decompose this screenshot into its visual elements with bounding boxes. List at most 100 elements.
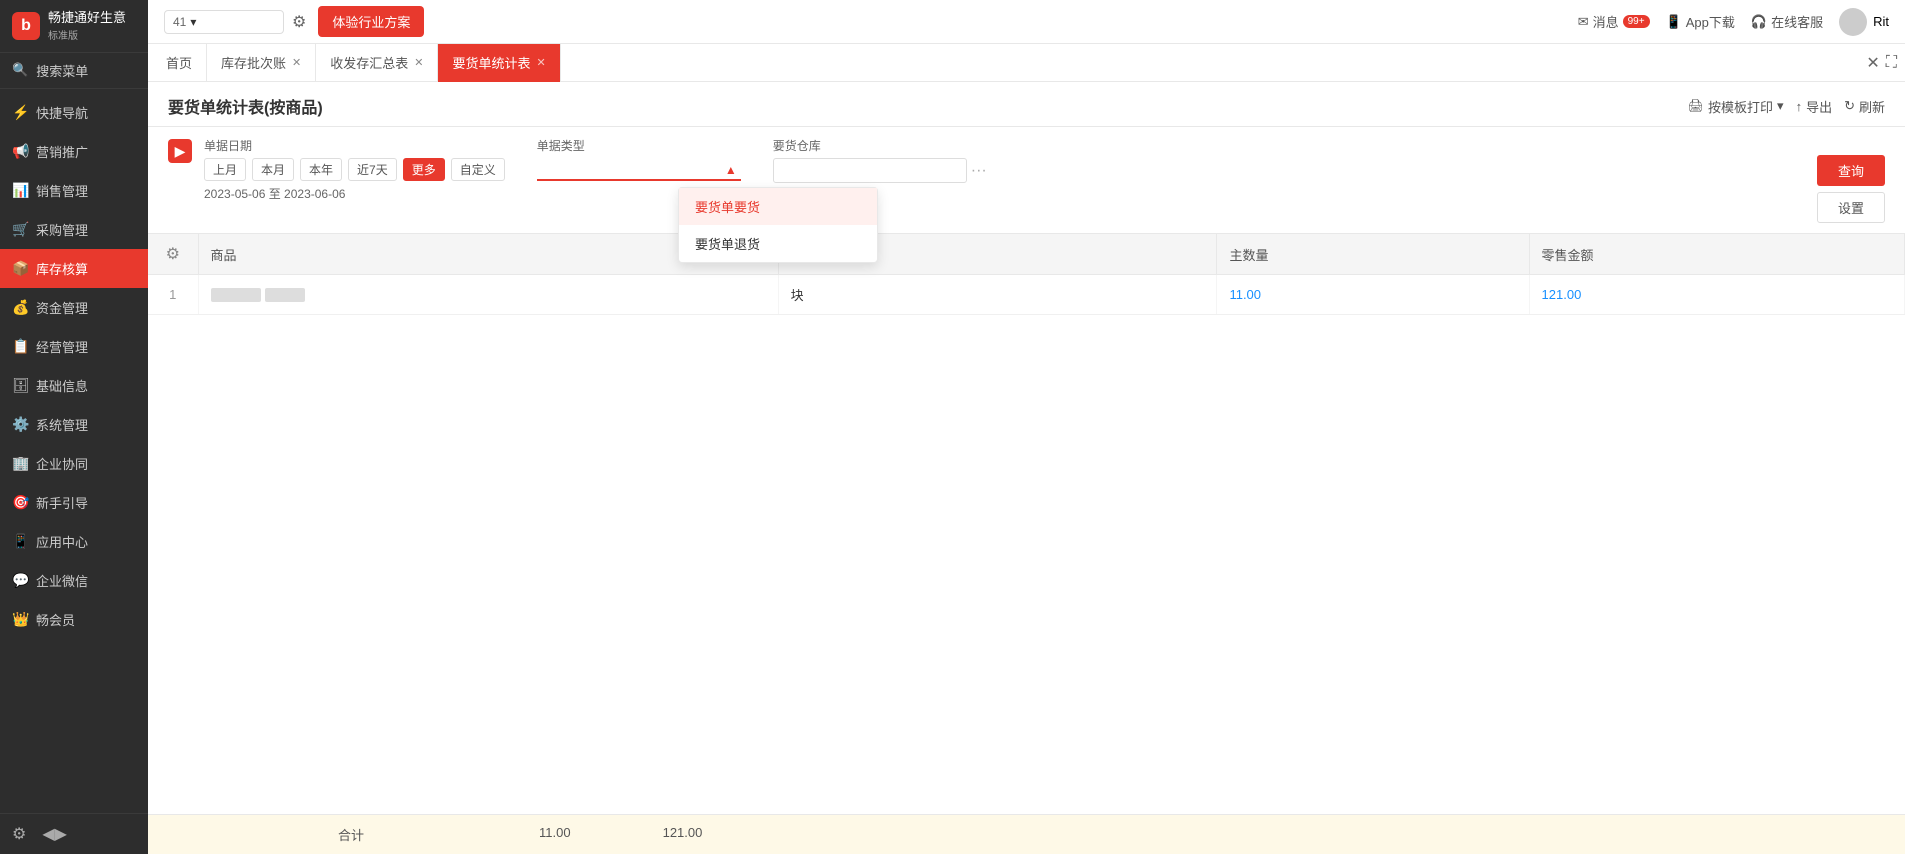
type-dropdown: 要货单要货要货单退货 xyxy=(678,187,878,263)
export-icon: ↑ xyxy=(1796,99,1803,114)
tab-label-request-summary: 要货单统计表 xyxy=(452,53,530,72)
cell-unit: 块 xyxy=(778,275,1217,315)
tab-home[interactable]: 首页 xyxy=(152,44,207,82)
dropdown-item-request-goods[interactable]: 要货单要货 xyxy=(679,188,877,225)
sidebar-item-enterprise[interactable]: 🏢 企业协同 xyxy=(0,444,148,483)
collapse-icon[interactable]: ◀▶ xyxy=(42,824,67,844)
sidebar-icon-member: 👑 xyxy=(12,611,28,628)
date-filter-group: 单据日期 上月本月本年近7天更多自定义 2023-05-06 至 2023-06… xyxy=(204,137,505,202)
table-header-row: ⚙ 商品 主计量单位 主数量 零售金额 xyxy=(148,234,1905,275)
sidebar-search[interactable]: 🔍 搜索菜单 xyxy=(0,53,148,89)
phone-icon: 📱 xyxy=(1666,14,1682,30)
print-label: 按模板打印 xyxy=(1708,97,1773,116)
tab-receive-summary[interactable]: 收发存汇总表✕ xyxy=(316,44,438,82)
date-option-more[interactable]: 更多 xyxy=(403,158,445,181)
type-select-input[interactable] xyxy=(537,158,741,181)
dropdown-item-request-return[interactable]: 要货单退货 xyxy=(679,225,877,262)
sidebar-nav: ⚡快捷导航📢营销推广📊销售管理🛒采购管理📦库存核算💰资金管理 📋 经营管理 🗄基础信息… xyxy=(0,89,148,813)
column-settings-icon[interactable]: ⚙ xyxy=(166,246,180,263)
type-filter-group: 单据类型 ▲ xyxy=(537,137,741,181)
tab-inventory-batch[interactable]: 库存批次账✕ xyxy=(207,44,316,82)
sidebar-label-system: 系统管理 xyxy=(36,415,88,434)
close-tab-icon[interactable]: ✕ xyxy=(1866,53,1879,73)
online-service-label: 在线客服 xyxy=(1771,12,1823,31)
tab-close-inventory-batch[interactable]: ✕ xyxy=(292,56,301,69)
sidebar-label-purchase: 采购管理 xyxy=(36,220,88,239)
sidebar-item-system[interactable]: ⚙️ 系统管理 xyxy=(0,405,148,444)
sidebar-label-inventory: 库存核算 xyxy=(36,259,88,278)
tab-close-request-summary[interactable]: ✕ xyxy=(537,56,546,69)
date-option-2[interactable]: 本年 xyxy=(300,158,342,181)
topbar-right: ✉ 消息 99+ 📱 App下载 🎧 在线客服 Rit xyxy=(1578,8,1889,36)
warehouse-more-icon[interactable]: ··· xyxy=(971,162,987,180)
filter-toggle-btn[interactable]: ▶ xyxy=(168,139,192,163)
sidebar-icon-operations: 📋 xyxy=(12,338,28,355)
company-num: 41 xyxy=(173,15,186,29)
user-menu[interactable]: Rit xyxy=(1839,8,1889,36)
sidebar-item-quick-nav[interactable]: ⚡快捷导航 xyxy=(0,93,148,132)
message-icon: ✉ xyxy=(1578,14,1589,30)
sidebar-label-appstore: 应用中心 xyxy=(36,532,88,551)
sidebar-item-sales[interactable]: 📊销售管理 xyxy=(0,171,148,210)
filter-bar: ▶ 单据日期 上月本月本年近7天更多自定义 2023-05-06 至 2023-… xyxy=(148,127,1905,234)
trial-button[interactable]: 体验行业方案 xyxy=(318,6,424,37)
table-footer: 合计 11.00 121.00 xyxy=(148,814,1905,854)
settings-icon[interactable]: ⚙ xyxy=(12,824,26,844)
messages-label: 消息 xyxy=(1593,12,1619,31)
date-option-0[interactable]: 上月 xyxy=(204,158,246,181)
table-wrap: ⚙ 商品 主计量单位 主数量 零售金额 1块11.00121.00 xyxy=(148,234,1905,814)
date-option-3[interactable]: 近7天 xyxy=(348,158,397,181)
tabs-container: 首页库存批次账✕收发存汇总表✕ 要货单统计表 ✕ xyxy=(152,44,561,82)
main-area: 41 ▾ ⚙ 体验行业方案 ✉ 消息 99+ 📱 App下载 🎧 在线客服 Ri… xyxy=(148,0,1905,854)
export-label: 导出 xyxy=(1806,97,1832,116)
sidebar-item-finance[interactable]: 💰资金管理 xyxy=(0,288,148,327)
warehouse-input[interactable] xyxy=(773,158,967,183)
sidebar-search-label: 搜索菜单 xyxy=(36,61,88,80)
cell-goods xyxy=(198,275,778,315)
sidebar-item-operations[interactable]: 📋 经营管理 xyxy=(0,327,148,366)
sidebar-item-basic[interactable]: 🗄基础信息 xyxy=(0,366,148,405)
sidebar-label-basic: 基础信息 xyxy=(36,376,88,395)
company-selector[interactable]: 41 ▾ xyxy=(164,10,284,34)
tab-close-receive-summary[interactable]: ✕ xyxy=(414,56,423,69)
tabs-bar: 首页库存批次账✕收发存汇总表✕ 要货单统计表 ✕ ✕ ⛶ xyxy=(148,44,1905,82)
expand-tab-icon[interactable]: ⛶ xyxy=(1886,54,1897,72)
avatar xyxy=(1839,8,1867,36)
data-table: ⚙ 商品 主计量单位 主数量 零售金额 1块11.00121.00 xyxy=(148,234,1905,315)
date-option-1[interactable]: 本月 xyxy=(252,158,294,181)
sidebar-icon-system: ⚙️ xyxy=(12,416,28,433)
date-option-5[interactable]: 自定义 xyxy=(451,158,505,181)
sidebar-item-appstore[interactable]: 📱应用中心 xyxy=(0,522,148,561)
online-service-btn[interactable]: 🎧 在线客服 xyxy=(1751,12,1823,31)
sidebar-label-guide: 新手引导 xyxy=(36,493,88,512)
sidebar-item-purchase[interactable]: 🛒采购管理 xyxy=(0,210,148,249)
sidebar-item-inventory[interactable]: 📦库存核算 xyxy=(0,249,148,288)
messages-btn[interactable]: ✉ 消息 99+ xyxy=(1578,12,1650,31)
sidebar-icon-enterprise: 🏢 xyxy=(12,455,28,472)
sidebar-label-operations: 经营管理 xyxy=(36,337,88,356)
sidebar-label-member: 畅会员 xyxy=(36,610,75,629)
sidebar-item-member[interactable]: 👑 畅会员 xyxy=(0,600,148,639)
sidebar-item-guide[interactable]: 🎯新手引导 xyxy=(0,483,148,522)
sidebar-item-wechat[interactable]: 💬企业微信 xyxy=(0,561,148,600)
type-select-arrow-icon[interactable]: ▲ xyxy=(725,163,737,177)
th-qty: 主数量 xyxy=(1217,234,1529,275)
app-download-btn[interactable]: 📱 App下载 xyxy=(1666,12,1735,31)
sidebar-label-enterprise: 企业协同 xyxy=(36,454,88,473)
print-btn[interactable]: 🖨 按模板打印 ▾ xyxy=(1688,97,1784,116)
settings-button[interactable]: 设置 xyxy=(1817,192,1885,223)
topbar-gear-icon[interactable]: ⚙ xyxy=(292,12,306,32)
refresh-btn[interactable]: ↻ 刷新 xyxy=(1844,97,1885,116)
date-filter-label: 单据日期 xyxy=(204,137,505,154)
sidebar-icon-wechat: 💬 xyxy=(12,572,28,589)
tab-request-summary[interactable]: 要货单统计表 ✕ xyxy=(438,44,560,82)
app-download-label: App下载 xyxy=(1686,12,1735,31)
logo-icon: b xyxy=(12,12,40,40)
sidebar-item-marketing[interactable]: 📢营销推广 xyxy=(0,132,148,171)
th-gear[interactable]: ⚙ xyxy=(148,234,198,275)
sidebar-icon-finance: 💰 xyxy=(12,299,28,316)
page-content: 要货单统计表(按商品) 🖨 按模板打印 ▾ ↑ 导出 ↻ 刷新 ▶ xyxy=(148,82,1905,854)
query-button[interactable]: 查询 xyxy=(1817,155,1885,186)
export-btn[interactable]: ↑ 导出 xyxy=(1796,97,1833,116)
search-icon: 🔍 xyxy=(12,62,28,78)
